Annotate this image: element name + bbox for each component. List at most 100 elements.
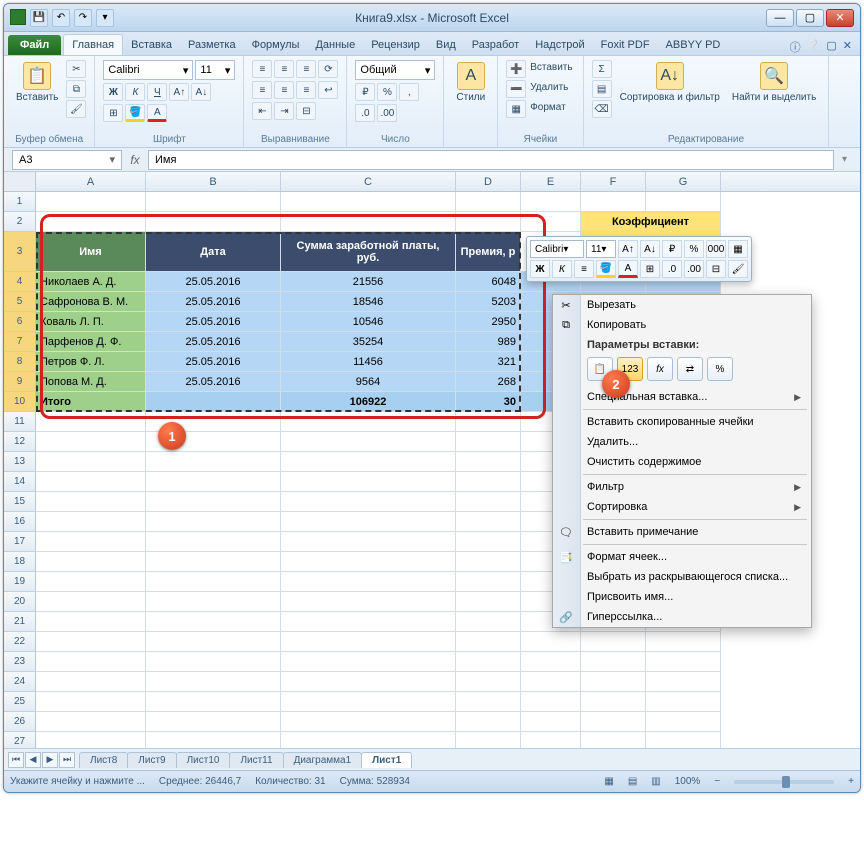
view-normal[interactable]: ▦: [604, 776, 613, 787]
tab-layout[interactable]: Разметка: [180, 35, 244, 55]
increase-font-icon[interactable]: A↑: [169, 83, 189, 101]
ctx-filter[interactable]: Фильтр▶: [553, 477, 811, 497]
row-header-13[interactable]: 13: [4, 452, 36, 472]
percent[interactable]: %: [377, 83, 397, 101]
row-header-20[interactable]: 20: [4, 592, 36, 612]
tab-insert[interactable]: Вставка: [123, 35, 180, 55]
ctx-link[interactable]: 🔗Гиперссылка...: [553, 607, 811, 627]
paste-button[interactable]: 📋 Вставить: [12, 60, 62, 105]
zoom-level[interactable]: 100%: [675, 776, 701, 787]
doc-restore-icon[interactable]: ▢: [826, 39, 836, 55]
mini-border[interactable]: ⊞: [640, 260, 660, 278]
ctx-pick-list[interactable]: Выбрать из раскрывающегося списка...: [553, 567, 811, 587]
dec-dec[interactable]: .00: [377, 104, 397, 122]
currency[interactable]: ₽: [355, 83, 375, 101]
row-header-26[interactable]: 26: [4, 712, 36, 732]
indent-inc[interactable]: ⇥: [274, 102, 294, 120]
row-header-5[interactable]: 5: [4, 292, 36, 312]
paste-transpose[interactable]: ⇄: [677, 357, 703, 381]
close-button[interactable]: ✕: [826, 9, 854, 27]
find-select-button[interactable]: 🔍Найти и выделить: [728, 60, 820, 105]
font-size-combo[interactable]: 11▾: [195, 60, 235, 80]
ctx-sort[interactable]: Сортировка▶: [553, 497, 811, 517]
fx-expand[interactable]: ▾: [842, 154, 860, 165]
row-header-3[interactable]: 3: [4, 232, 36, 272]
doc-close-icon[interactable]: ✕: [843, 39, 852, 55]
row-header-8[interactable]: 8: [4, 352, 36, 372]
fill[interactable]: ▤: [592, 80, 612, 98]
sheet-tab[interactable]: Диаграмма1: [283, 752, 363, 768]
minimize-button[interactable]: —: [766, 9, 794, 27]
ribbon-minimize-icon[interactable]: ⓘ: [790, 39, 801, 55]
italic-button[interactable]: К: [125, 83, 145, 101]
ctx-delete[interactable]: Удалить...: [553, 432, 811, 452]
ctx-name[interactable]: Присвоить имя...: [553, 587, 811, 607]
tab-review[interactable]: Рецензир: [363, 35, 428, 55]
row-header-23[interactable]: 23: [4, 652, 36, 672]
align-top[interactable]: ≡: [252, 60, 272, 78]
format-painter-icon[interactable]: 🖌: [66, 100, 86, 118]
border-button[interactable]: ⊞: [103, 104, 123, 122]
row-header-10[interactable]: 10: [4, 392, 36, 412]
mini-size[interactable]: 11 ▾: [586, 240, 616, 258]
paste-all[interactable]: 📋: [587, 357, 613, 381]
col-G[interactable]: G: [646, 172, 721, 191]
row-header-7[interactable]: 7: [4, 332, 36, 352]
mini-align[interactable]: ≡: [574, 260, 594, 278]
zoom-in[interactable]: +: [848, 776, 854, 787]
row-header-24[interactable]: 24: [4, 672, 36, 692]
row-header-11[interactable]: 11: [4, 412, 36, 432]
comma[interactable]: ,: [399, 83, 419, 101]
tab-formulas[interactable]: Формулы: [244, 35, 308, 55]
mini-painter[interactable]: 🖌: [728, 260, 748, 278]
maximize-button[interactable]: ▢: [796, 9, 824, 27]
ctx-comment[interactable]: 🗨Вставить примечание: [553, 522, 811, 542]
sheet-last[interactable]: ⏭: [59, 752, 75, 768]
row-header-18[interactable]: 18: [4, 552, 36, 572]
zoom-out[interactable]: −: [714, 776, 720, 787]
wrap-text[interactable]: ↩: [318, 81, 338, 99]
inc-dec[interactable]: .0: [355, 104, 375, 122]
align-mid[interactable]: ≡: [274, 60, 294, 78]
align-bot[interactable]: ≡: [296, 60, 316, 78]
copy-icon[interactable]: ⧉: [66, 80, 86, 98]
qat-save[interactable]: 💾: [30, 9, 48, 27]
decrease-font-icon[interactable]: A↓: [191, 83, 211, 101]
styles-button[interactable]: AСтили: [452, 60, 489, 105]
mini-currency[interactable]: ₽: [662, 240, 682, 258]
mini-font[interactable]: Calibri ▾: [530, 240, 584, 258]
mini-fill[interactable]: 🪣: [596, 260, 616, 278]
mini-merge[interactable]: ⊟: [706, 260, 726, 278]
tab-view[interactable]: Вид: [428, 35, 464, 55]
ctx-copy[interactable]: ⧉Копировать: [553, 315, 811, 335]
sheet-tab[interactable]: Лист9: [127, 752, 176, 768]
mini-percent[interactable]: %: [684, 240, 704, 258]
mini-comma[interactable]: 000: [706, 240, 726, 258]
paste-formulas[interactable]: fx: [647, 357, 673, 381]
mini-color[interactable]: A: [618, 260, 638, 278]
sheet-next[interactable]: ▶: [42, 752, 58, 768]
col-C[interactable]: C: [281, 172, 456, 191]
view-layout[interactable]: ▤: [628, 776, 637, 787]
col-B[interactable]: B: [146, 172, 281, 191]
tab-data[interactable]: Данные: [307, 35, 363, 55]
row-header-2[interactable]: 2: [4, 212, 36, 232]
zoom-slider[interactable]: [734, 780, 834, 784]
row-header-1[interactable]: 1: [4, 192, 36, 212]
paste-formatting[interactable]: %: [707, 357, 733, 381]
formula-input[interactable]: Имя: [148, 150, 834, 170]
row-header-4[interactable]: 4: [4, 272, 36, 292]
mini-italic[interactable]: К: [552, 260, 572, 278]
tab-home[interactable]: Главная: [63, 34, 123, 55]
name-box[interactable]: A3▾: [12, 150, 122, 170]
sheet-tab[interactable]: Лист10: [176, 752, 231, 768]
row-header-12[interactable]: 12: [4, 432, 36, 452]
indent-dec[interactable]: ⇤: [252, 102, 272, 120]
ctx-special[interactable]: Специальная вставка...▶: [553, 387, 811, 407]
mini-shrink[interactable]: A↓: [640, 240, 660, 258]
qat-undo[interactable]: ↶: [52, 9, 70, 27]
mini-grow[interactable]: A↑: [618, 240, 638, 258]
file-tab[interactable]: Файл: [8, 35, 61, 55]
paste-values[interactable]: 123: [617, 357, 643, 381]
sheet-first[interactable]: ⏮: [8, 752, 24, 768]
